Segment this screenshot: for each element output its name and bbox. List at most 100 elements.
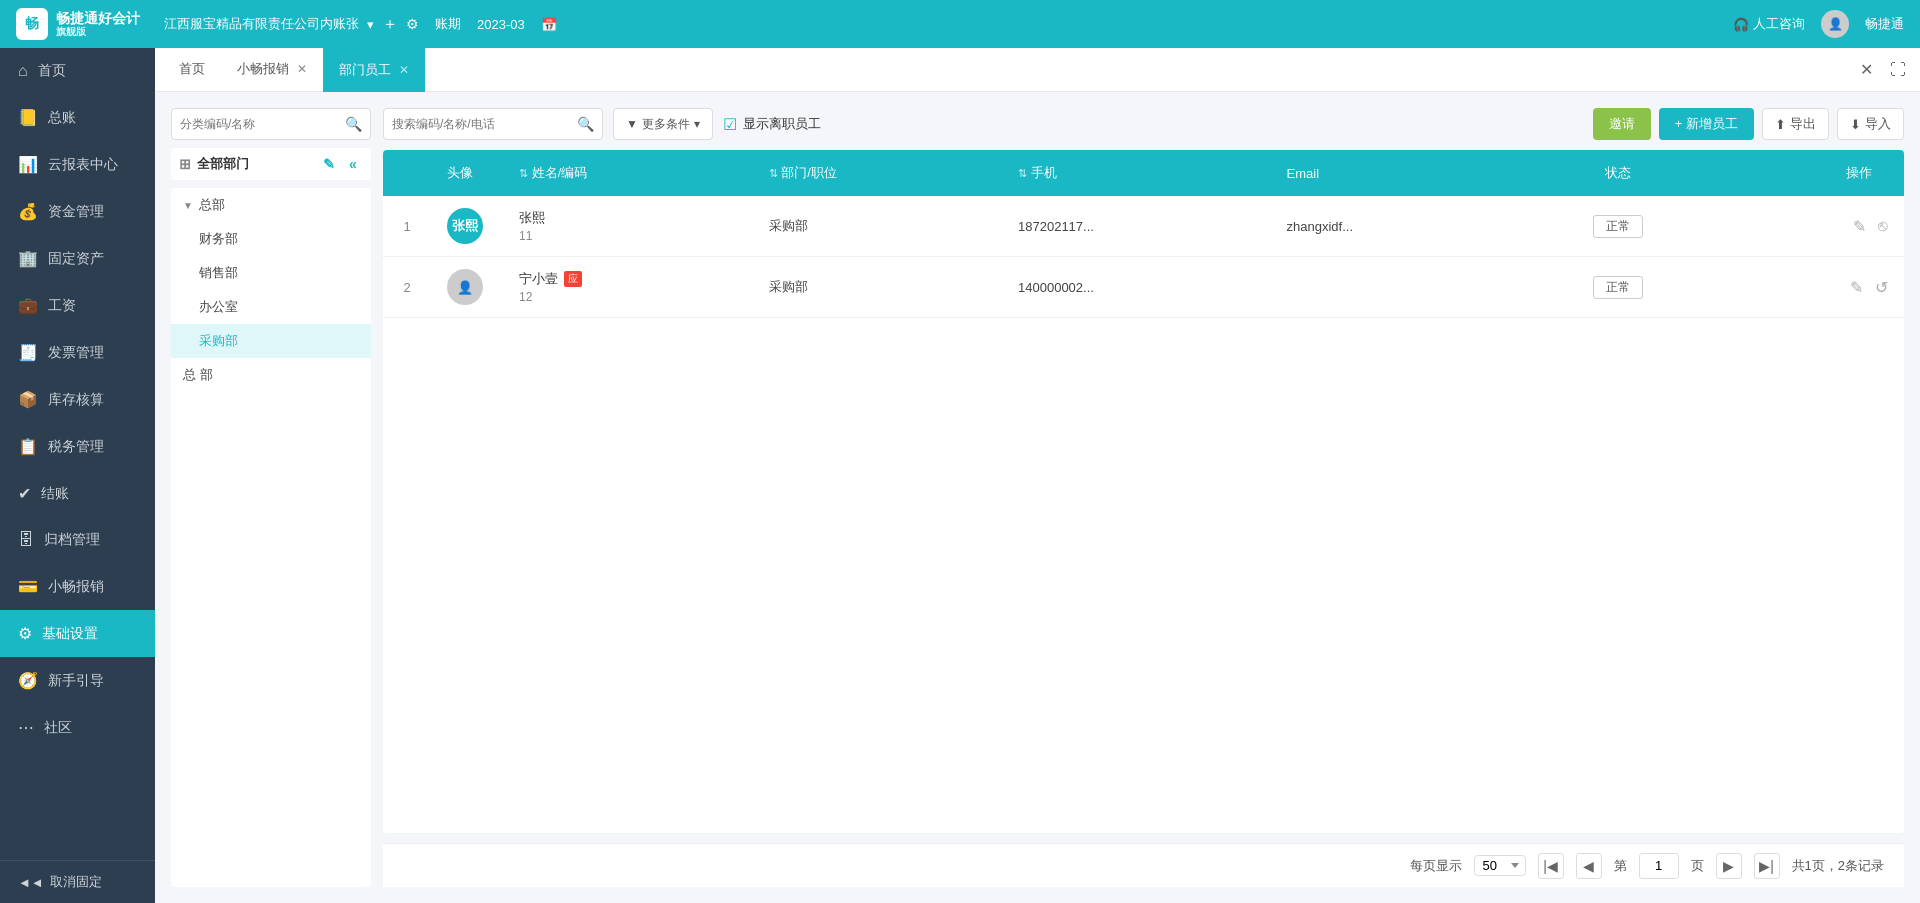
row1-email: zhangxidf... — [1271, 196, 1516, 257]
payroll-icon: 💼 — [18, 296, 38, 315]
sort-icon-dept: ⇅ — [769, 167, 778, 179]
dept-edit-btn[interactable]: ✎ — [319, 154, 339, 174]
sidebar-item-payroll[interactable]: 💼 工资 — [0, 282, 155, 329]
table-row: 1 张熙 张熙 — [383, 196, 1904, 257]
tabs-bar: 首页 小畅报销 ✕ 部门员工 ✕ ✕ ⛶ — [155, 48, 1920, 92]
dept-item-zong2[interactable]: 总 部 — [171, 358, 371, 392]
dropdown-icon[interactable]: ▾ — [367, 17, 374, 32]
tab-dept-close[interactable]: ✕ — [399, 63, 409, 77]
tab-expense-close[interactable]: ✕ — [297, 62, 307, 76]
sidebar-label-funds: 资金管理 — [48, 203, 104, 221]
tab-home[interactable]: 首页 — [163, 48, 221, 92]
dept-search-input[interactable] — [180, 117, 341, 131]
row1-phone: 187202117... — [1002, 196, 1271, 257]
company-selector[interactable]: 江西服宝精品有限责任公司内账张 ▾ ＋ ⚙ — [164, 14, 419, 35]
page-next-btn[interactable]: ▶ — [1716, 853, 1742, 879]
all-dept-header: ⊞ 全部部门 ✎ « — [171, 148, 371, 180]
dept-search-box[interactable]: 🔍 — [171, 108, 371, 140]
dept-item-xiaoshou[interactable]: 销售部 — [171, 256, 371, 290]
tab-dept[interactable]: 部门员工 ✕ — [323, 48, 425, 92]
sidebar-item-ledger[interactable]: 📒 总账 — [0, 94, 155, 141]
dept-item-caiwu[interactable]: 财务部 — [171, 222, 371, 256]
sidebar-item-inventory[interactable]: 📦 库存核算 — [0, 376, 155, 423]
sidebar-item-more[interactable]: ⋯ 社区 — [0, 704, 155, 751]
row2-avatar: 👤 — [431, 257, 503, 318]
per-page-select[interactable]: 50 10 20 100 — [1474, 855, 1526, 876]
page-prev-btn[interactable]: ◀ — [1576, 853, 1602, 879]
tab-expense[interactable]: 小畅报销 ✕ — [221, 48, 323, 92]
topbar-right: 🎧 人工咨询 👤 畅捷通 — [1733, 10, 1904, 38]
chevron-down-icon: ▾ — [694, 117, 700, 131]
gear-icon[interactable]: ⚙ — [399, 163, 415, 183]
import-button[interactable]: ⬇ 导入 — [1837, 108, 1904, 140]
avatar-circle: 张熙 — [447, 208, 483, 244]
row2-email — [1271, 257, 1516, 318]
dept-collapse-btn[interactable]: « — [343, 154, 363, 174]
ying-badge: 应 — [564, 271, 582, 287]
sidebar-item-settle[interactable]: ✔ 结账 — [0, 470, 155, 517]
calendar-icon[interactable]: 📅 — [541, 17, 557, 32]
col-dept-pos[interactable]: ⇅ 部门/职位 — [753, 150, 1003, 196]
user-avatar[interactable]: 👤 — [1821, 10, 1849, 38]
pin-toggle[interactable]: ◄◄ 取消固定 — [0, 860, 155, 903]
invite-button[interactable]: 邀请 — [1593, 108, 1651, 140]
page-last-btn[interactable]: ▶| — [1754, 853, 1780, 879]
user-name: 畅捷通 — [1865, 15, 1904, 33]
page-first-btn[interactable]: |◀ — [1538, 853, 1564, 879]
dept-item-bangong[interactable]: 办公室 — [171, 290, 371, 324]
sidebar-label-payroll: 工资 — [48, 297, 76, 315]
guide-icon: 🧭 — [18, 671, 38, 690]
row2-dept: 采购部 — [753, 257, 1003, 318]
support-btn[interactable]: 🎧 人工咨询 — [1733, 15, 1805, 33]
dept-grid-icon: ⊞ — [179, 156, 191, 172]
archive-icon: 🗄 — [18, 531, 34, 549]
sidebar-item-funds[interactable]: 💰 资金管理 — [0, 188, 155, 235]
col-gear[interactable]: ⚙ — [383, 150, 431, 196]
col-phone[interactable]: ⇅ 手机 — [1002, 150, 1271, 196]
row2-refresh-btn[interactable]: ↺ — [1875, 278, 1888, 297]
sidebar-item-invoice[interactable]: 🧾 发票管理 — [0, 329, 155, 376]
row2-edit-btn[interactable]: ✎ — [1850, 278, 1863, 297]
add-icon[interactable]: ＋ — [382, 14, 398, 35]
page-prefix: 第 — [1614, 857, 1627, 875]
row1-edit-btn[interactable]: ✎ — [1853, 217, 1866, 236]
pagination-bar: 每页显示 50 10 20 100 |◀ ◀ 第 页 ▶ ▶| 共1页，2条记录 — [383, 843, 1904, 887]
period-selector[interactable]: 账期 2023-03 📅 — [435, 15, 557, 33]
add-employee-button[interactable]: + 新增员工 — [1659, 108, 1754, 140]
sidebar-label-settle: 结账 — [41, 485, 69, 503]
dept-item-caigou[interactable]: 采购部 — [171, 324, 371, 358]
row1-actions: ✎ ⎋ — [1720, 196, 1904, 257]
ledger-icon: 📒 — [18, 108, 38, 127]
sidebar-item-tax[interactable]: 📋 税务管理 — [0, 423, 155, 470]
settings-icon[interactable]: ⚙ — [406, 16, 419, 32]
row2-num: 2 — [383, 257, 431, 318]
row1-logout-btn[interactable]: ⎋ — [1878, 217, 1888, 235]
export-button[interactable]: ⬆ 导出 — [1762, 108, 1829, 140]
row1-name-code: 张熙 11 — [503, 196, 753, 257]
sidebar-item-archive[interactable]: 🗄 归档管理 — [0, 517, 155, 563]
tab-close-all[interactable]: ✕ — [1852, 56, 1880, 84]
more-filter-btn[interactable]: ▼ 更多条件 ▾ — [613, 108, 713, 140]
employee-search-box[interactable]: 🔍 — [383, 108, 603, 140]
row1-avatar: 张熙 — [431, 196, 503, 257]
sidebar-item-guide[interactable]: 🧭 新手引导 — [0, 657, 155, 704]
logo-icon: 畅 — [16, 8, 48, 40]
show-inactive-toggle[interactable]: ☑ 显示离职员工 — [723, 115, 821, 134]
col-name-code[interactable]: ⇅ 姓名/编码 — [503, 150, 753, 196]
topbar: 畅 畅捷通好会计 旗舰版 江西服宝精品有限责任公司内账张 ▾ ＋ ⚙ 账期 20… — [0, 0, 1920, 48]
dept-item-zongbu[interactable]: ▼ 总部 — [171, 188, 371, 222]
sidebar-item-assets[interactable]: 🏢 固定资产 — [0, 235, 155, 282]
tab-expand[interactable]: ⛶ — [1884, 56, 1912, 84]
sort-icon-phone: ⇅ — [1018, 167, 1027, 179]
sidebar-label-home: 首页 — [38, 62, 66, 80]
sidebar-item-settings[interactable]: ⚙ 基础设置 — [0, 610, 155, 657]
sidebar-item-expense[interactable]: 💳 小畅报销 — [0, 563, 155, 610]
col-avatar: 头像 — [431, 150, 503, 196]
page-input[interactable] — [1639, 853, 1679, 879]
employee-search-input[interactable] — [392, 117, 573, 131]
dept-search-icon[interactable]: 🔍 — [345, 116, 362, 132]
employee-search-icon[interactable]: 🔍 — [577, 116, 594, 132]
sidebar-item-home[interactable]: ⌂ 首页 — [0, 48, 155, 94]
sidebar-label-reports: 云报表中心 — [48, 156, 118, 174]
sidebar-item-reports[interactable]: 📊 云报表中心 — [0, 141, 155, 188]
